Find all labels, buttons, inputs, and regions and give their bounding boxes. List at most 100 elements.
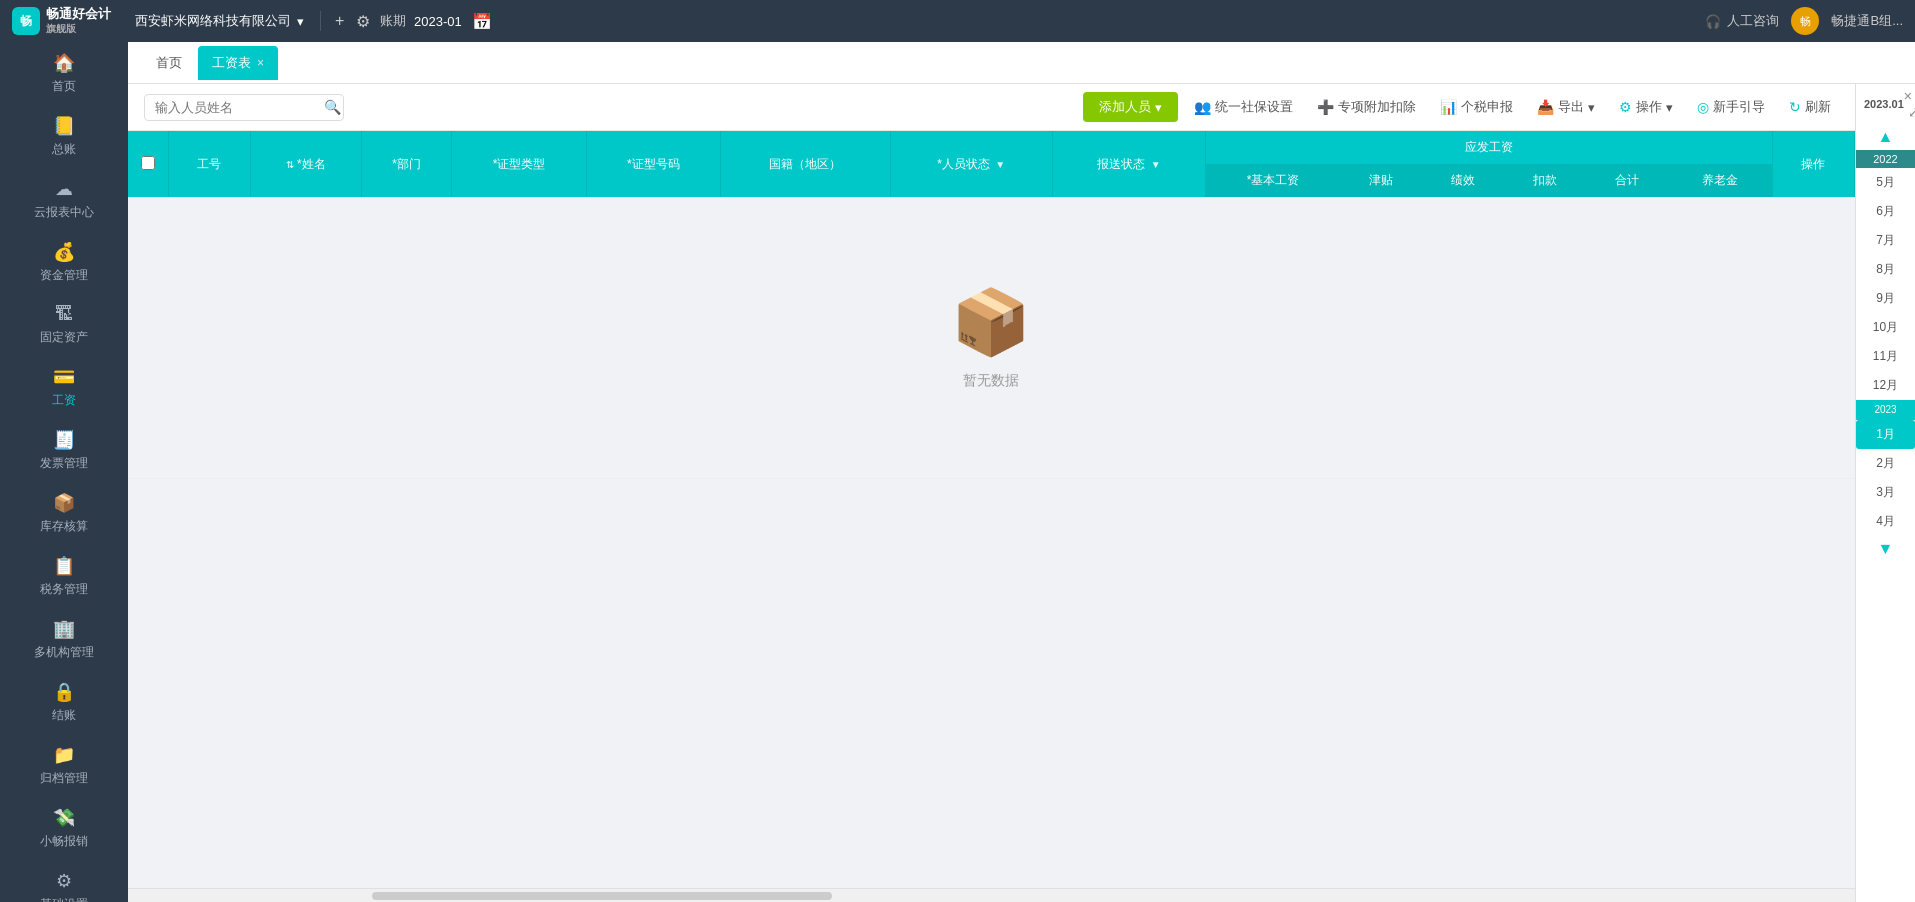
table-area: 🔍 添加人员 ▾ 👥 统一社保设置 ➕ 专项附加扣除 <box>128 84 1855 902</box>
support-button[interactable]: 🎧 人工咨询 <box>1705 12 1779 30</box>
toolbar: 🔍 添加人员 ▾ 👥 统一社保设置 ➕ 专项附加扣除 <box>128 84 1855 131</box>
th-nation: 国籍（地区） <box>721 131 891 197</box>
month-item-2023-3[interactable]: 3月 <box>1856 478 1915 507</box>
guide-btn-icon: ◎ <box>1697 99 1709 115</box>
status-filter-icon[interactable]: ▼ <box>995 159 1005 170</box>
month-item-2022-12[interactable]: 12月 <box>1856 371 1915 400</box>
sidebar-label-cloud: 云报表中心 <box>34 204 94 221</box>
tax-declaration-button[interactable]: 📊 个税申报 <box>1432 93 1521 121</box>
scroll-thumb[interactable] <box>372 892 832 900</box>
sidebar-item-archive[interactable]: 📁 归档管理 <box>0 734 128 797</box>
refresh-label: 刷新 <box>1805 98 1831 116</box>
company-selector[interactable]: 西安虾米网络科技有限公司 ▾ <box>127 8 312 34</box>
sidebar-label-assets: 固定资产 <box>40 329 88 346</box>
chevron-down-icon: ▼ <box>1874 536 1898 561</box>
refresh-button[interactable]: ↻ 刷新 <box>1781 93 1839 121</box>
refresh-icon: ↻ <box>1789 99 1801 115</box>
sidebar-item-invoice[interactable]: 🧾 发票管理 <box>0 419 128 482</box>
tax-icon: 📋 <box>53 555 75 577</box>
month-panel: 2023.01 × ⤢ ▲ 2022 5月 6月 7月 8月 <box>1855 84 1915 902</box>
operate-label: 操作 <box>1636 98 1662 116</box>
support-label: 人工咨询 <box>1727 12 1779 30</box>
month-item-2023-2[interactable]: 2月 <box>1856 449 1915 478</box>
tab-close-button[interactable]: × <box>257 56 264 70</box>
th-perf: 绩效 <box>1422 164 1504 197</box>
guide-btn-label: 新手引导 <box>1713 98 1765 116</box>
sidebar-label-invoice: 发票管理 <box>40 455 88 472</box>
month-nav-down[interactable]: ▼ <box>1870 536 1902 562</box>
empty-state: 📦 暂无数据 <box>138 205 1845 470</box>
month-item-2022-5[interactable]: 5月 <box>1856 168 1915 197</box>
sidebar-item-home[interactable]: 🏠 首页 <box>0 42 128 105</box>
period-label: 账期 <box>380 12 406 30</box>
select-all-checkbox[interactable] <box>141 156 155 170</box>
add-person-button[interactable]: 添加人员 ▾ <box>1083 92 1178 122</box>
special-deduction-button[interactable]: ➕ 专项附加扣除 <box>1309 93 1424 121</box>
fund-icon: 💰 <box>53 241 75 263</box>
cloud-icon: ☁ <box>55 178 73 200</box>
basic-icon: ⚙ <box>56 870 72 892</box>
active-tab-label: 工资表 <box>212 54 251 72</box>
app-name: 畅通好会计 <box>46 6 111 22</box>
th-id-type: *证型类型 <box>452 131 586 197</box>
sidebar-item-assets[interactable]: 🏗 固定资产 <box>0 294 128 356</box>
invoice-icon: 🧾 <box>53 429 75 451</box>
year-2023-label: 2023 <box>1856 400 1915 420</box>
sidebar-label-expense: 小畅报销 <box>40 833 88 850</box>
report-filter-icon[interactable]: ▼ <box>1151 159 1161 170</box>
th-dept: *部门 <box>361 131 452 197</box>
th-number: 工号 <box>168 131 250 197</box>
sidebar-item-salary[interactable]: 💳 工资 <box>0 356 128 419</box>
expense-icon: 💸 <box>53 807 75 829</box>
avatar[interactable]: 畅 <box>1791 7 1819 35</box>
sidebar-label-salary: 工资 <box>52 392 76 409</box>
month-item-2022-7[interactable]: 7月 <box>1856 226 1915 255</box>
social-insurance-button[interactable]: 👥 统一社保设置 <box>1186 93 1301 121</box>
sidebar-label-ledger: 总账 <box>52 141 76 158</box>
panel-close-button[interactable]: × <box>1904 88 1912 104</box>
export-button[interactable]: 📥 导出 ▾ <box>1529 93 1603 121</box>
sidebar-item-ledger[interactable]: 📒 总账 <box>0 105 128 168</box>
month-item-2022-9[interactable]: 9月 <box>1856 284 1915 313</box>
th-deduct: 扣款 <box>1504 164 1586 197</box>
sidebar-item-basic[interactable]: ⚙ 基础设置 <box>0 860 128 902</box>
multi-icon: 🏢 <box>53 618 75 640</box>
top-divider <box>320 11 321 31</box>
calendar-icon[interactable]: 📅 <box>466 8 498 35</box>
sidebar-label-home: 首页 <box>52 78 76 95</box>
th-status: *人员状态 ▼ <box>890 131 1052 197</box>
month-item-2023-1[interactable]: 1月 <box>1856 420 1915 449</box>
th-name: ⇅ *姓名 <box>250 131 361 197</box>
month-item-2023-4[interactable]: 4月 <box>1856 507 1915 536</box>
panel-expand-button[interactable]: ⤢ <box>1908 104 1915 120</box>
bottom-scrollbar[interactable] <box>128 888 1855 902</box>
sidebar-item-tax[interactable]: 📋 税务管理 <box>0 545 128 608</box>
sidebar-item-stock[interactable]: 📦 库存核算 <box>0 482 128 545</box>
month-item-2022-8[interactable]: 8月 <box>1856 255 1915 284</box>
add-company-button[interactable]: + <box>329 8 350 34</box>
month-item-2022-6[interactable]: 6月 <box>1856 197 1915 226</box>
sidebar-label-multi: 多机构管理 <box>34 644 94 661</box>
month-item-2022-11[interactable]: 11月 <box>1856 342 1915 371</box>
period-value: 2023-01 <box>410 14 461 29</box>
search-icon: 🔍 <box>324 99 341 115</box>
operate-button[interactable]: ⚙ 操作 ▾ <box>1611 93 1681 121</box>
empty-text: 暂无数据 <box>963 372 1019 390</box>
settings-icon[interactable]: ⚙ <box>350 8 376 35</box>
user-name: 畅捷通B组... <box>1831 12 1903 30</box>
month-nav-up[interactable]: ▲ <box>1870 124 1902 150</box>
sidebar-item-expense[interactable]: 💸 小畅报销 <box>0 797 128 860</box>
export-arrow-icon: ▾ <box>1588 100 1595 115</box>
month-item-2022-10[interactable]: 10月 <box>1856 313 1915 342</box>
sidebar-item-close[interactable]: 🔒 结账 <box>0 671 128 734</box>
th-subsidy: 津贴 <box>1340 164 1422 197</box>
sidebar-item-multi[interactable]: 🏢 多机构管理 <box>0 608 128 671</box>
sidebar-item-cloud[interactable]: ☁ 云报表中心 <box>0 168 128 231</box>
sidebar-item-fund[interactable]: 💰 资金管理 <box>0 231 128 294</box>
guide-button[interactable]: ◎ 新手引导 <box>1689 93 1773 121</box>
tab-salary-table[interactable]: 工资表 × <box>198 46 278 80</box>
tab-home[interactable]: 首页 <box>140 46 198 80</box>
empty-state-cell: 📦 暂无数据 <box>128 197 1855 479</box>
search-input[interactable] <box>144 94 344 121</box>
add-btn-label: 添加人员 <box>1099 98 1151 116</box>
